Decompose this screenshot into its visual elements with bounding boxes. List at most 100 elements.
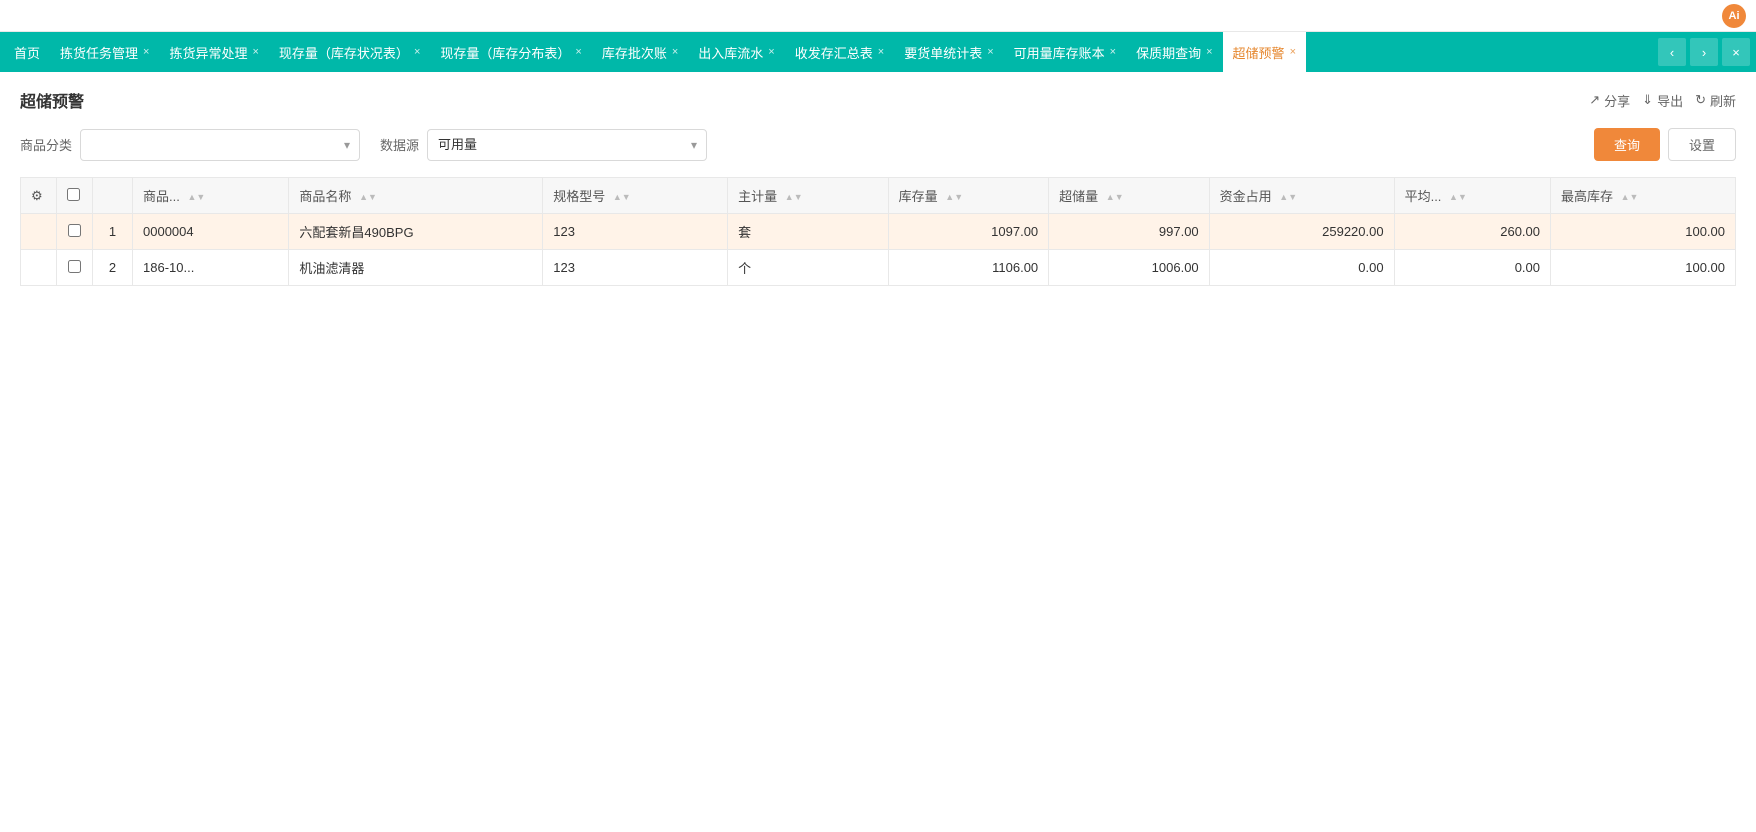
close-icon-batch[interactable]: × <box>672 46 678 58</box>
th-product-code-label: 商品... <box>143 189 180 204</box>
th-avg-label: 平均... <box>1405 189 1442 204</box>
td-product-name: 六配套新昌490BPG <box>289 214 543 250</box>
td-num: 1 <box>93 214 133 250</box>
sort-unit[interactable]: ▲▼ <box>785 193 803 202</box>
td-product-name: 机油滤清器 <box>289 250 543 286</box>
sort-spec[interactable]: ▲▼ <box>613 193 631 202</box>
td-overstock: 997.00 <box>1049 214 1210 250</box>
nav-item-task-mgmt[interactable]: 拣货任务管理× <box>50 32 159 72</box>
share-label: 分享 <box>1604 91 1630 110</box>
sort-capital[interactable]: ▲▼ <box>1279 193 1297 202</box>
th-stock-label: 库存量 <box>899 189 938 204</box>
datasource-label: 数据源 <box>380 135 419 154</box>
nav-item-order-stats[interactable]: 要货单统计表× <box>894 32 1003 72</box>
td-settings <box>21 250 57 286</box>
nav-item-inout-flow[interactable]: 出入库流水× <box>688 32 784 72</box>
td-avg: 260.00 <box>1394 214 1550 250</box>
page-content: 超储预警 ↗ 分享 ⇓ 导出 ↻ 刷新 商品分类 <box>0 72 1756 832</box>
th-spec-label: 规格型号 <box>553 189 605 204</box>
export-icon: ⇓ <box>1642 92 1653 108</box>
td-checkbox[interactable] <box>57 250 93 286</box>
filter-actions: 查询 设置 <box>1594 128 1736 161</box>
export-button[interactable]: ⇓ 导出 <box>1642 91 1683 110</box>
td-max-stock: 100.00 <box>1551 250 1736 286</box>
close-icon-abnormal[interactable]: × <box>252 46 258 58</box>
settings-icon[interactable]: ⚙ <box>31 188 43 203</box>
nav-item-inventory-status[interactable]: 现存量（库存状况表）× <box>269 32 430 72</box>
export-label: 导出 <box>1657 91 1683 110</box>
sort-max-stock[interactable]: ▲▼ <box>1621 193 1639 202</box>
settings-button[interactable]: 设置 <box>1668 128 1736 161</box>
close-icon-inventory-dist[interactable]: × <box>575 46 581 58</box>
th-overstock: 超储量 ▲▼ <box>1049 178 1210 214</box>
user-label[interactable]: Ai <box>1722 4 1746 28</box>
close-icon-overstock-warning[interactable]: × <box>1290 46 1296 58</box>
nav-next-button[interactable]: › <box>1690 38 1718 66</box>
table-body: 10000004六配套新昌490BPG123套1097.00997.002592… <box>21 214 1736 286</box>
close-icon-quality[interactable]: × <box>1206 46 1212 58</box>
close-icon-order-stats[interactable]: × <box>987 46 993 58</box>
close-icon-available-ledger[interactable]: × <box>1110 46 1116 58</box>
page-header: 超储预警 ↗ 分享 ⇓ 导出 ↻ 刷新 <box>20 88 1736 112</box>
th-unit-label: 主计量 <box>738 189 777 204</box>
td-spec: 123 <box>543 250 728 286</box>
td-checkbox[interactable] <box>57 214 93 250</box>
sort-product-code[interactable]: ▲▼ <box>187 193 205 202</box>
sort-stock[interactable]: ▲▼ <box>945 193 963 202</box>
select-all-checkbox[interactable] <box>67 188 80 201</box>
top-navigation: 首页拣货任务管理×拣货异常处理×现存量（库存状况表）×现存量（库存分布表）×库存… <box>0 32 1756 72</box>
refresh-button[interactable]: ↻ 刷新 <box>1695 91 1736 110</box>
query-button[interactable]: 查询 <box>1594 128 1660 161</box>
th-capital-label: 资金占用 <box>1220 189 1272 204</box>
td-max-stock: 100.00 <box>1551 214 1736 250</box>
close-icon-inventory-status[interactable]: × <box>414 46 420 58</box>
page-title: 超储预警 <box>20 88 84 112</box>
top-user-bar: Ai <box>0 0 1756 32</box>
nav-item-recv-summary[interactable]: 收发存汇总表× <box>785 32 894 72</box>
close-icon-inout-flow[interactable]: × <box>768 46 774 58</box>
td-stock: 1097.00 <box>888 214 1049 250</box>
filter-area: 商品分类 数据源 可用量 实际库存 查询 设置 <box>20 128 1736 161</box>
th-capital: 资金占用 ▲▼ <box>1209 178 1394 214</box>
table-row: 10000004六配套新昌490BPG123套1097.00997.002592… <box>21 214 1736 250</box>
category-filter-group: 商品分类 <box>20 129 360 161</box>
th-num <box>93 178 133 214</box>
td-overstock: 1006.00 <box>1049 250 1210 286</box>
share-icon: ↗ <box>1589 92 1600 108</box>
category-label: 商品分类 <box>20 135 72 154</box>
td-capital: 0.00 <box>1209 250 1394 286</box>
row-checkbox-1[interactable] <box>68 260 81 273</box>
sort-avg[interactable]: ▲▼ <box>1449 193 1467 202</box>
sort-product-name[interactable]: ▲▼ <box>359 193 377 202</box>
th-product-name-label: 商品名称 <box>299 189 351 204</box>
nav-item-abnormal[interactable]: 拣货异常处理× <box>159 32 268 72</box>
th-unit: 主计量 ▲▼ <box>728 178 889 214</box>
table-row: 2186-10...机油滤清器123个1106.001006.000.000.0… <box>21 250 1736 286</box>
nav-item-overstock-warning[interactable]: 超储预警× <box>1223 32 1306 72</box>
nav-item-inventory-dist[interactable]: 现存量（库存分布表）× <box>430 32 591 72</box>
datasource-select[interactable]: 可用量 实际库存 <box>427 129 707 161</box>
close-icon-recv-summary[interactable]: × <box>878 46 884 58</box>
td-product-code: 186-10... <box>133 250 289 286</box>
th-checkbox <box>57 178 93 214</box>
nav-item-quality[interactable]: 保质期查询× <box>1126 32 1222 72</box>
nav-item-available-ledger[interactable]: 可用量库存账本× <box>1004 32 1126 72</box>
td-unit: 套 <box>728 214 889 250</box>
th-avg: 平均... ▲▼ <box>1394 178 1550 214</box>
close-icon-task-mgmt[interactable]: × <box>143 46 149 58</box>
nav-item-batch[interactable]: 库存批次账× <box>592 32 688 72</box>
header-actions: ↗ 分享 ⇓ 导出 ↻ 刷新 <box>1589 91 1736 110</box>
td-settings <box>21 214 57 250</box>
category-select[interactable] <box>80 129 360 161</box>
share-button[interactable]: ↗ 分享 <box>1589 91 1630 110</box>
nav-item-home[interactable]: 首页 <box>4 32 50 72</box>
refresh-icon: ↻ <box>1695 92 1706 108</box>
row-checkbox-0[interactable] <box>68 224 81 237</box>
td-unit: 个 <box>728 250 889 286</box>
nav-more-button[interactable]: × <box>1722 38 1750 66</box>
nav-arrow-group: ‹ › × <box>1656 38 1752 66</box>
nav-prev-button[interactable]: ‹ <box>1658 38 1686 66</box>
th-spec: 规格型号 ▲▼ <box>543 178 728 214</box>
table-header: ⚙ 商品... ▲▼ 商品名称 ▲▼ 规格型号 ▲▼ <box>21 178 1736 214</box>
sort-overstock[interactable]: ▲▼ <box>1106 193 1124 202</box>
